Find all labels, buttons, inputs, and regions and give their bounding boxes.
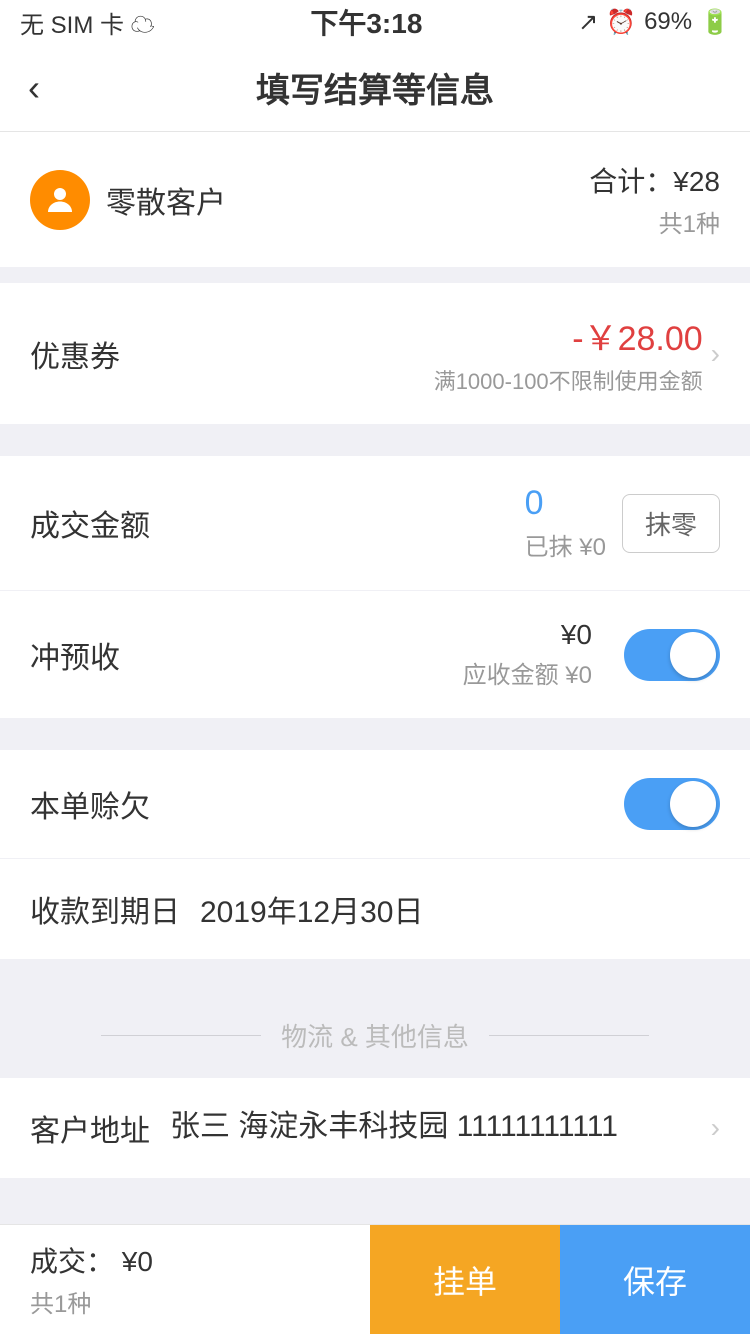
- toggle-knob: [670, 632, 716, 678]
- logistics-text-label: 物流 & 其他信息: [281, 1017, 469, 1054]
- pending-button[interactable]: 挂单: [370, 1225, 560, 1334]
- status-bar: 无 SIM 卡 ☁ 下午3:18 ↗ ⏰ 69% 🔋: [0, 0, 750, 44]
- bottom-deal-amount: ¥0: [122, 1246, 153, 1277]
- address-section: 客户地址 张三 海淀永丰科技园 11111111111 ›: [0, 1078, 750, 1178]
- prepaid-amount: ¥0: [463, 619, 592, 651]
- logistics-line-left: [101, 1035, 261, 1036]
- section-divider-2: [0, 734, 750, 750]
- page-title: 填写结算等信息: [256, 63, 494, 112]
- address-row[interactable]: 客户地址 张三 海淀永丰科技园 11111111111 ›: [0, 1078, 750, 1178]
- coupon-section[interactable]: 优惠券 -￥28.00 满1000-100不限制使用金额 ›: [0, 283, 750, 424]
- customer-right: 合计：¥28 共1种: [589, 160, 720, 239]
- coupon-right: -￥28.00 满1000-100不限制使用金额 ›: [434, 311, 720, 396]
- credit-toggle-knob: [670, 781, 716, 827]
- nav-bar: ‹ 填写结算等信息: [0, 44, 750, 132]
- prepaid-right: ¥0 应收金额 ¥0: [463, 619, 720, 690]
- user-icon: [42, 182, 78, 218]
- section-divider-3: [0, 975, 750, 991]
- credit-row: 本单赊欠: [0, 750, 750, 859]
- due-date-row: 收款到期日 2019年12月30日: [0, 859, 750, 959]
- customer-count: 共1种: [589, 204, 720, 239]
- prepaid-row: 冲预收 ¥0 应收金额 ¥0: [0, 591, 750, 718]
- alarm-icon: ⏰: [606, 8, 636, 37]
- due-date-label: 收款到期日: [30, 887, 180, 931]
- address-label: 客户地址: [30, 1106, 150, 1150]
- deal-amount-label: 成交金额: [30, 501, 150, 545]
- due-date-value: 2019年12月30日: [200, 887, 423, 931]
- logistics-label: 物流 & 其他信息: [101, 1017, 649, 1054]
- deal-amount-sub: 已抹 ¥0: [525, 527, 606, 562]
- customer-total: 合计：¥28: [589, 160, 720, 200]
- logistics-divider: 物流 & 其他信息: [0, 991, 750, 1074]
- prepaid-values: ¥0 应收金额 ¥0: [463, 619, 592, 690]
- customer-section: 零散客户 合计：¥28 共1种: [0, 132, 750, 267]
- credit-section: 本单赊欠 收款到期日 2019年12月30日: [0, 750, 750, 959]
- coupon-label: 优惠券: [30, 332, 120, 376]
- deal-amount-value: 0: [525, 484, 606, 523]
- coupon-amount: -￥28.00: [434, 311, 703, 360]
- battery-label: 69%: [644, 8, 692, 36]
- deal-amount-right: 0 已抹 ¥0 抹零: [525, 484, 720, 562]
- status-right: ↗ ⏰ 69% 🔋: [578, 8, 730, 37]
- status-left: 无 SIM 卡 ☁: [20, 5, 155, 40]
- bottom-deal-label: 成交：: [30, 1246, 114, 1277]
- section-divider-1: [0, 440, 750, 456]
- address-chevron-icon: ›: [711, 1112, 720, 1144]
- credit-label: 本单赊欠: [30, 782, 150, 826]
- back-button[interactable]: ‹: [28, 67, 40, 109]
- bottom-count: 共1种: [30, 1284, 340, 1319]
- location-icon: ↗: [578, 8, 598, 37]
- deal-amount-row: 成交金额 0 已抹 ¥0 抹零: [0, 456, 750, 591]
- customer-name: 零散客户: [106, 178, 226, 222]
- deal-prepaid-section: 成交金额 0 已抹 ¥0 抹零 冲预收 ¥0 应收金额 ¥0: [0, 456, 750, 718]
- logistics-line-right: [489, 1035, 649, 1036]
- battery-icon: 🔋: [700, 8, 730, 37]
- round-zero-button[interactable]: 抹零: [622, 494, 720, 553]
- status-time: 下午3:18: [310, 2, 422, 42]
- customer-left: 零散客户: [30, 170, 226, 230]
- prepaid-sub: 应收金额 ¥0: [463, 655, 592, 690]
- bottom-deal-row: 成交： ¥0: [30, 1240, 340, 1280]
- save-button[interactable]: 保存: [560, 1225, 750, 1334]
- content-area: 零散客户 合计：¥28 共1种 优惠券 -￥28.00 满1000-100不限制…: [0, 132, 750, 1314]
- coupon-description: 满1000-100不限制使用金额: [434, 364, 703, 396]
- credit-toggle[interactable]: [624, 778, 720, 830]
- address-value: 张三 海淀永丰科技园 11111111111: [170, 1106, 618, 1148]
- chevron-right-icon: ›: [711, 338, 720, 370]
- address-left: 客户地址 张三 海淀永丰科技园 11111111111: [30, 1106, 618, 1150]
- customer-avatar: [30, 170, 90, 230]
- prepaid-toggle[interactable]: [624, 629, 720, 681]
- prepaid-label: 冲预收: [30, 633, 120, 677]
- no-sim-label: 无 SIM 卡 ☁: [20, 5, 155, 40]
- bottom-bar: 成交： ¥0 共1种 挂单 保存: [0, 1224, 750, 1334]
- bottom-info: 成交： ¥0 共1种: [0, 1240, 370, 1319]
